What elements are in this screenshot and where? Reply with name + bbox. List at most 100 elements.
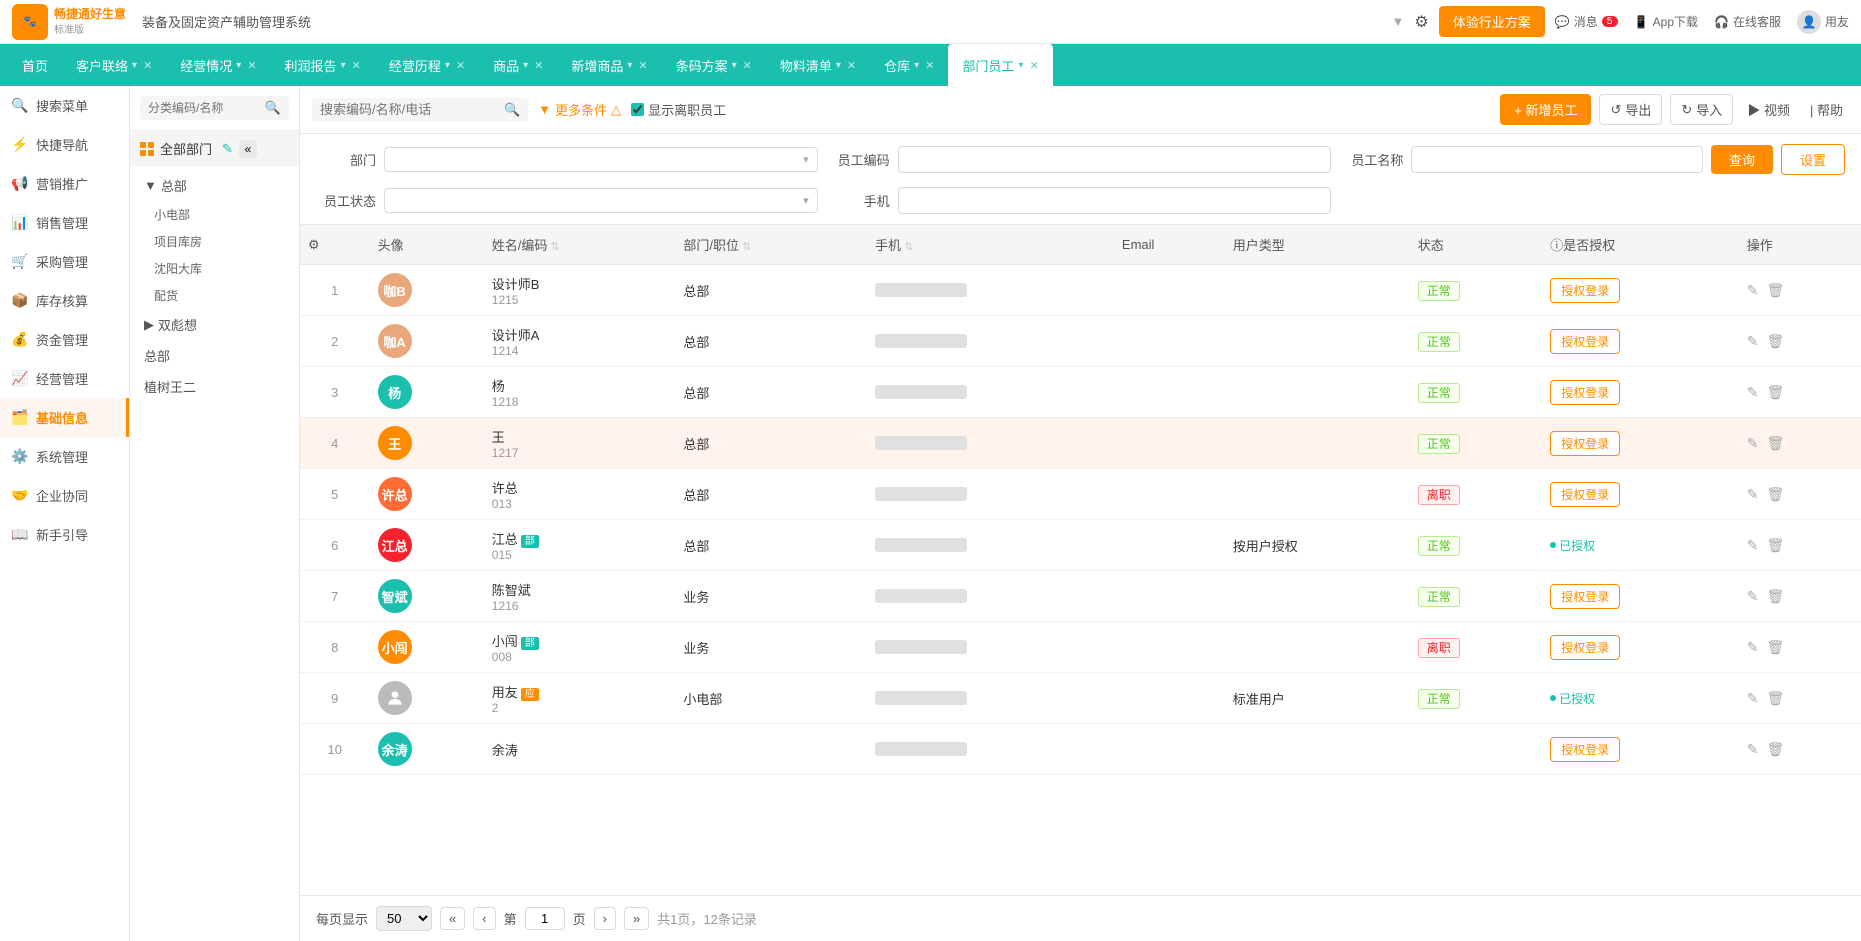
sidebar-item-inventory[interactable]: 📦 库存核算 xyxy=(0,281,129,320)
show-resign-checkbox[interactable] xyxy=(631,103,644,116)
tab-profit[interactable]: 利润报告▾✕ xyxy=(271,44,375,86)
col-phone[interactable]: 手机 xyxy=(867,225,1114,265)
filter-code-input[interactable] xyxy=(898,146,1332,173)
auth-button[interactable]: 授权登录 xyxy=(1550,737,1620,762)
tab-warehouse[interactable]: 仓库▾✕ xyxy=(870,44,948,86)
page-input[interactable] xyxy=(525,907,565,930)
sidebar-item-nav[interactable]: ⚡ 快捷导航 xyxy=(0,125,129,164)
try-btn[interactable]: 体验行业方案 xyxy=(1439,6,1545,37)
dept-node-shuang[interactable]: ▶ 双彪想 xyxy=(130,309,299,340)
add-employee-button[interactable]: + 新增员工 xyxy=(1500,94,1591,125)
delete-icon[interactable]: 🗑 xyxy=(1766,741,1784,758)
delete-icon[interactable]: 🗑 xyxy=(1766,282,1784,299)
filter-phone-input[interactable] xyxy=(898,187,1332,214)
show-resign-checkbox-area[interactable]: 显示离职员工 xyxy=(631,100,726,119)
edit-icon[interactable]: ✎ xyxy=(1747,741,1759,758)
edit-icon[interactable]: ✎ xyxy=(1747,639,1759,656)
sidebar-item-collab[interactable]: 🤝 企业协同 xyxy=(0,476,129,515)
import-button[interactable]: ↻ 导入 xyxy=(1670,94,1733,125)
reset-button[interactable]: 设置 xyxy=(1781,144,1845,175)
tab-operation[interactable]: 经营情况▾✕ xyxy=(166,44,270,86)
more-filter-btn[interactable]: ▼ 更多条件 △ xyxy=(538,100,621,119)
tab-employee[interactable]: 部门员工▾✕ xyxy=(948,44,1052,86)
app-download-btn[interactable]: 📱 App下载 xyxy=(1634,13,1698,30)
sidebar-item-guide[interactable]: 📖 新手引导 xyxy=(0,515,129,554)
tab-barcode[interactable]: 条码方案▾✕ xyxy=(662,44,766,86)
sidebar-item-sales[interactable]: 📊 销售管理 xyxy=(0,203,129,242)
tab-goods[interactable]: 商品▾✕ xyxy=(479,44,557,86)
gear-icon[interactable]: ⚙ xyxy=(1414,12,1428,32)
sidebar-item-business[interactable]: 📈 经营管理 xyxy=(0,359,129,398)
video-button[interactable]: ▶ 视频 xyxy=(1741,95,1796,124)
dept-child-shenyang[interactable]: 沈阳大库 xyxy=(130,255,299,282)
search-submit-icon[interactable]: 🔍 xyxy=(504,102,520,118)
dept-child-distribution[interactable]: 配货 xyxy=(130,282,299,309)
delete-icon[interactable]: 🗑 xyxy=(1766,333,1784,350)
auth-button[interactable]: 授权登录 xyxy=(1550,482,1620,507)
message-btn[interactable]: 💬 消息 5 xyxy=(1555,13,1618,30)
dept-child-xiaodian[interactable]: 小电部 xyxy=(130,201,299,228)
dropdown-arrow-icon[interactable]: ▼ xyxy=(1392,14,1405,29)
filter-name-input[interactable] xyxy=(1411,146,1703,173)
edit-icon[interactable]: ✎ xyxy=(1747,690,1759,707)
filter-dept-select[interactable]: ▾ xyxy=(384,147,818,172)
filter-status-select[interactable]: ▾ xyxy=(384,188,818,213)
sidebar-item-search[interactable]: 🔍 搜索菜单 xyxy=(0,86,129,125)
auth-button[interactable]: 授权登录 xyxy=(1550,380,1620,405)
auth-button[interactable]: 授权登录 xyxy=(1550,635,1620,660)
sidebar-item-finance[interactable]: 💰 资金管理 xyxy=(0,320,129,359)
delete-icon[interactable]: 🗑 xyxy=(1766,486,1784,503)
delete-icon[interactable]: 🗑 xyxy=(1766,690,1784,707)
edit-icon[interactable]: ✎ xyxy=(1747,435,1759,452)
edit-icon[interactable]: ✎ xyxy=(1747,384,1759,401)
auth-button[interactable]: 授权登录 xyxy=(1550,278,1620,303)
help-button[interactable]: | 帮助 xyxy=(1804,95,1849,124)
tab-home[interactable]: 首页 xyxy=(8,44,62,86)
dept-node-head[interactable]: ▼ 总部 xyxy=(130,170,299,201)
edit-icon[interactable]: ✎ xyxy=(1747,588,1759,605)
dept-edit-icon[interactable]: ✎ xyxy=(222,141,233,157)
page-size-select[interactable]: 50 20 100 xyxy=(376,906,432,931)
edit-icon[interactable]: ✎ xyxy=(1747,537,1759,554)
tab-bom[interactable]: 物料清单▾✕ xyxy=(766,44,870,86)
dept-search-input[interactable] xyxy=(148,101,261,115)
emp-search-input[interactable] xyxy=(320,102,500,117)
col-config[interactable]: ⚙ xyxy=(300,225,370,265)
auth-button[interactable]: 授权登录 xyxy=(1550,584,1620,609)
online-service-btn[interactable]: 🎧 在线客服 xyxy=(1714,13,1781,30)
edit-icon[interactable]: ✎ xyxy=(1747,333,1759,350)
last-page-btn[interactable]: » xyxy=(624,907,649,930)
export-button[interactable]: ↺ 导出 xyxy=(1599,94,1662,125)
delete-icon[interactable]: 🗑 xyxy=(1766,435,1784,452)
dept-child-project[interactable]: 项目库房 xyxy=(130,228,299,255)
auth-button[interactable]: 授权登录 xyxy=(1550,431,1620,456)
query-button[interactable]: 查询 xyxy=(1711,145,1773,174)
next-page-btn[interactable]: › xyxy=(594,907,616,930)
tab-new-goods[interactable]: 新增商品▾✕ xyxy=(557,44,661,86)
col-name[interactable]: 姓名/编码 xyxy=(484,225,676,265)
user-menu[interactable]: 👤 用友 xyxy=(1797,10,1849,34)
sidebar: 🔍 搜索菜单 ⚡ 快捷导航 📢 营销推广 📊 销售管理 🛒 采购管理 📦 库存核… xyxy=(0,86,130,941)
sidebar-item-marketing[interactable]: 📢 营销推广 xyxy=(0,164,129,203)
delete-icon[interactable]: 🗑 xyxy=(1766,639,1784,656)
delete-icon[interactable]: 🗑 xyxy=(1766,588,1784,605)
sidebar-item-system[interactable]: ⚙️ 系统管理 xyxy=(0,437,129,476)
sidebar-item-basic-info[interactable]: 🗂️ 基础信息 xyxy=(0,398,129,437)
delete-icon[interactable]: 🗑 xyxy=(1766,537,1784,554)
edit-icon[interactable]: ✎ xyxy=(1747,486,1759,503)
delete-icon[interactable]: 🗑 xyxy=(1766,384,1784,401)
tab-history[interactable]: 经营历程▾✕ xyxy=(375,44,479,86)
prev-page-btn[interactable]: ‹ xyxy=(473,907,495,930)
dept-search-box[interactable]: 🔍 xyxy=(140,96,289,120)
dept-collapse-btn[interactable]: « xyxy=(239,140,257,158)
first-page-btn[interactable]: « xyxy=(440,907,465,930)
emp-search-box[interactable]: 🔍 xyxy=(312,98,528,122)
tab-customer[interactable]: 客户联络▾✕ xyxy=(62,44,166,86)
dept-node-zongbu[interactable]: 总部 xyxy=(130,340,299,371)
dept-all-item[interactable]: 全部部门 ✎ « xyxy=(130,131,299,166)
col-dept[interactable]: 部门/职位 xyxy=(675,225,867,265)
dept-node-zhishu[interactable]: 植树王二 xyxy=(130,371,299,402)
edit-icon[interactable]: ✎ xyxy=(1747,282,1759,299)
auth-button[interactable]: 授权登录 xyxy=(1550,329,1620,354)
sidebar-item-purchase[interactable]: 🛒 采购管理 xyxy=(0,242,129,281)
